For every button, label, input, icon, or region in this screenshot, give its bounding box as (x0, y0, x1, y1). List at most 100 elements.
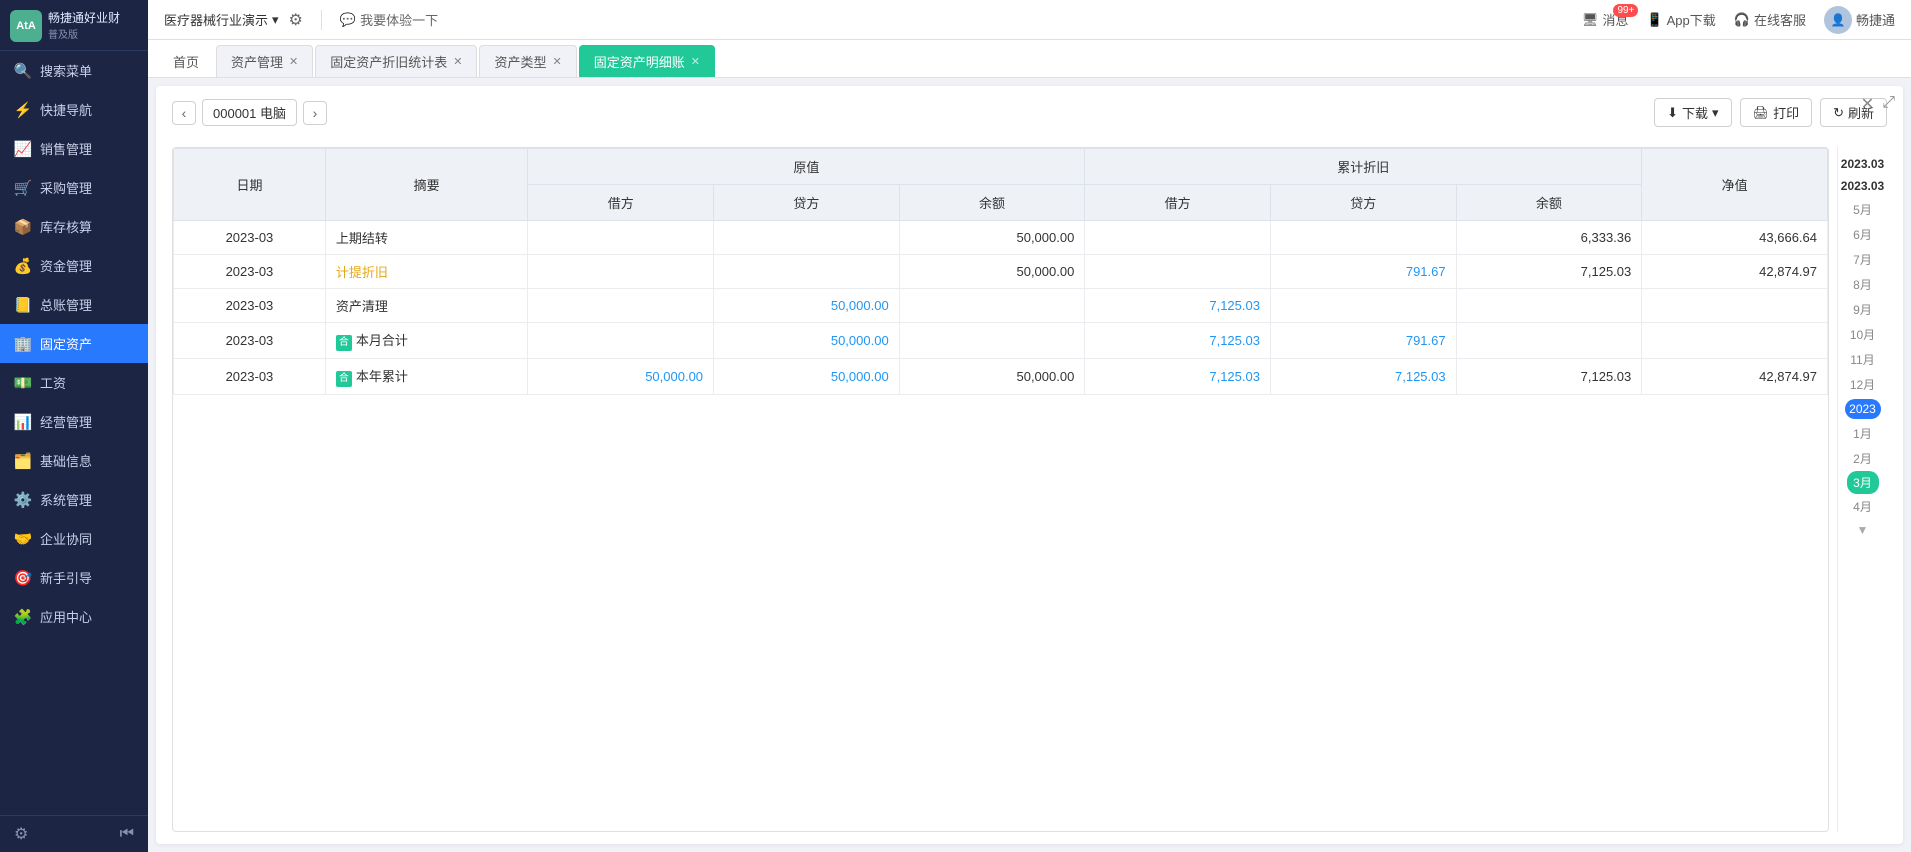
cell-acc-debit: 7,125.03 (1085, 323, 1271, 359)
print-btn[interactable]: 🖨 打印 (1740, 98, 1813, 127)
main-table: 日期 摘要 原值 累计折旧 净值 借方 贷方 余额 借方 (172, 147, 1829, 832)
sidebar-item-purchase[interactable]: 🛒采购管理 (0, 168, 148, 207)
timeline-month-after-2[interactable]: 3月 (1847, 471, 1879, 494)
app-logo-icon: AtA (10, 10, 42, 42)
collapse-icon[interactable]: ⏮ (120, 825, 134, 843)
sidebar-label-apps: 应用中心 (40, 607, 92, 626)
settings-icon[interactable]: ⚙ (14, 824, 28, 844)
sidebar-item-fixed[interactable]: 🏢 固定资产 (0, 324, 148, 363)
sidebar-label-system: 系统管理 (40, 490, 92, 509)
table-row: 2023-03 计提折旧 50,000.00 791.67 7,125.03 4… (174, 255, 1828, 289)
sidebar-item-collab[interactable]: 🤝 企业协同 (0, 519, 148, 558)
timeline-month-before-2[interactable]: 7月 (1838, 247, 1887, 272)
next-asset-btn[interactable]: › (303, 101, 327, 125)
cell-orig-balance: 50,000.00 (899, 255, 1085, 289)
sidebar-item-guide[interactable]: 🎯新手引导 (0, 558, 148, 597)
cell-orig-credit: 50,000.00 (714, 323, 900, 359)
tab-close-asset_mgmt[interactable]: ✕ (289, 55, 298, 68)
cell-orig-debit: 50,000.00 (528, 359, 714, 395)
tab-home[interactable]: 首页 (158, 45, 214, 77)
collab-icon: 🤝 (14, 530, 32, 548)
timeline-month-before-1[interactable]: 6月 (1838, 222, 1887, 247)
tab-depreciation_stat[interactable]: 固定资产折旧统计表✕ (315, 45, 477, 77)
timeline-year-prev[interactable]: 2023.03 (1838, 153, 1887, 175)
cell-date: 2023-03 (174, 359, 326, 395)
cell-orig-credit: 50,000.00 (714, 359, 900, 395)
sidebar-item-sales[interactable]: 📈销售管理 (0, 129, 148, 168)
user-profile-btn[interactable]: 👤 畅捷通 (1824, 6, 1895, 34)
sidebar-label-payroll: 工资 (40, 373, 66, 392)
sidebar-label-ledger: 总账管理 (40, 295, 92, 314)
close-panel-icon[interactable]: ✕ (1861, 94, 1874, 114)
timeline-month-before-0[interactable]: 5月 (1838, 197, 1887, 222)
cell-acc-credit: 7,125.03 (1270, 359, 1456, 395)
sidebar-label-basic: 基础信息 (40, 451, 92, 470)
sidebar-label-purchase: 采购管理 (40, 178, 92, 197)
timeline-month-after-0[interactable]: 1月 (1838, 421, 1887, 446)
company-selector[interactable]: 医疗器械行业演示 ▾ (164, 10, 279, 29)
tab-asset_mgmt[interactable]: 资产管理 ✕ (216, 45, 313, 77)
cell-orig-credit: 50,000.00 (714, 289, 900, 323)
tab-asset_detail[interactable]: 固定资产明细账 ✕ (579, 45, 715, 77)
cell-acc-credit (1270, 289, 1456, 323)
sidebar-label-collab: 企业协同 (40, 529, 92, 548)
tab-close-depreciation_stat[interactable]: ✕ (453, 55, 462, 68)
sidebar-item-ledger[interactable]: 📒总账管理 (0, 285, 148, 324)
download-btn[interactable]: ⬇ 下载 ▾ (1654, 98, 1731, 127)
sidebar-item-search[interactable]: 🔍搜索菜单 (0, 51, 148, 90)
topbar-right: 🖥 消息 99+ 📱 App下载 🎧 在线客服 👤 畅捷通 (1582, 6, 1895, 34)
sidebar-label-fixed: 固定资产 (40, 334, 92, 353)
timeline-year-current[interactable]: 2023.03 (1838, 175, 1887, 197)
col-date: 日期 (174, 149, 326, 221)
experience-btn[interactable]: 💬 我要体验一下 (340, 10, 438, 29)
toolbar-row: ‹ 000001 电脑 › ⬇ 下载 ▾ 🖨 打印 ↻ (156, 86, 1903, 135)
topbar-settings-icon[interactable]: ⚙ (289, 10, 303, 30)
fixed-icon: 🏢 (14, 335, 32, 353)
sidebar-item-operations[interactable]: 📊经营管理 (0, 402, 148, 441)
timeline-active-year[interactable]: 2023 (1845, 399, 1881, 419)
table-row: 2023-03 合本月合计 50,000.00 7,125.03 791.67 (174, 323, 1828, 359)
sidebar-item-quicknav[interactable]: ⚡快捷导航 (0, 90, 148, 129)
cell-net-value: 42,874.97 (1642, 255, 1828, 289)
timeline-month-after-3[interactable]: 4月 (1838, 494, 1887, 519)
timeline-month-before-3[interactable]: 8月 (1838, 272, 1887, 297)
app-download-btn[interactable]: 📱 App下载 (1646, 10, 1715, 29)
cell-date: 2023-03 (174, 221, 326, 255)
expand-panel-icon[interactable]: ⤢ (1882, 94, 1895, 114)
timeline-month-before-4[interactable]: 9月 (1838, 297, 1887, 322)
sidebar-item-system[interactable]: ⚙️系统管理 (0, 480, 148, 519)
timeline-month-after-1[interactable]: 2月 (1838, 446, 1887, 471)
customer-service-icon: 🎧 (1734, 12, 1750, 28)
cell-orig-debit (528, 323, 714, 359)
asset-code-display[interactable]: 000001 电脑 (202, 99, 297, 126)
sidebar-label-search: 搜索菜单 (40, 61, 92, 80)
main-area: 医疗器械行业演示 ▾ ⚙ 💬 我要体验一下 🖥 消息 99+ 📱 App下载 🎧… (148, 0, 1911, 852)
tab-asset_type[interactable]: 资产类型✕ (479, 45, 576, 77)
timeline-arrow-down[interactable]: ▼ (1857, 519, 1869, 541)
app-download-icon: 📱 (1646, 12, 1662, 28)
messages-badge: 99+ (1613, 4, 1638, 17)
tab-close-asset_type[interactable]: ✕ (553, 55, 562, 68)
sidebar-item-payroll[interactable]: 💵工资 (0, 363, 148, 402)
messages-btn[interactable]: 🖥 消息 99+ (1582, 10, 1629, 29)
experience-icon: 💬 (340, 12, 356, 28)
customer-service-btn[interactable]: 🎧 在线客服 (1734, 10, 1806, 29)
cell-acc-debit (1085, 255, 1271, 289)
cell-orig-balance (899, 323, 1085, 359)
cell-acc-credit: 791.67 (1270, 323, 1456, 359)
sidebar-item-basic[interactable]: 🗂️基础信息 (0, 441, 148, 480)
cell-summary: 资产清理 (325, 289, 528, 323)
avatar: 👤 (1824, 6, 1852, 34)
tab-close-asset_detail[interactable]: ✕ (691, 55, 700, 68)
tab-label-asset_detail: 固定资产明细账 (594, 52, 685, 71)
sidebar-item-apps[interactable]: 🧩应用中心 (0, 597, 148, 636)
tab-label-asset_mgmt: 资产管理 (231, 52, 283, 71)
sidebar-item-capital[interactable]: 💰资金管理 (0, 246, 148, 285)
cell-acc-balance (1456, 323, 1642, 359)
prev-asset-btn[interactable]: ‹ (172, 101, 196, 125)
sidebar-item-inventory[interactable]: 📦库存核算 (0, 207, 148, 246)
timeline-month-before-7[interactable]: 12月 (1838, 372, 1887, 397)
timeline-month-before-5[interactable]: 10月 (1838, 322, 1887, 347)
guide-icon: 🎯 (14, 569, 32, 587)
timeline-month-before-6[interactable]: 11月 (1838, 347, 1887, 372)
